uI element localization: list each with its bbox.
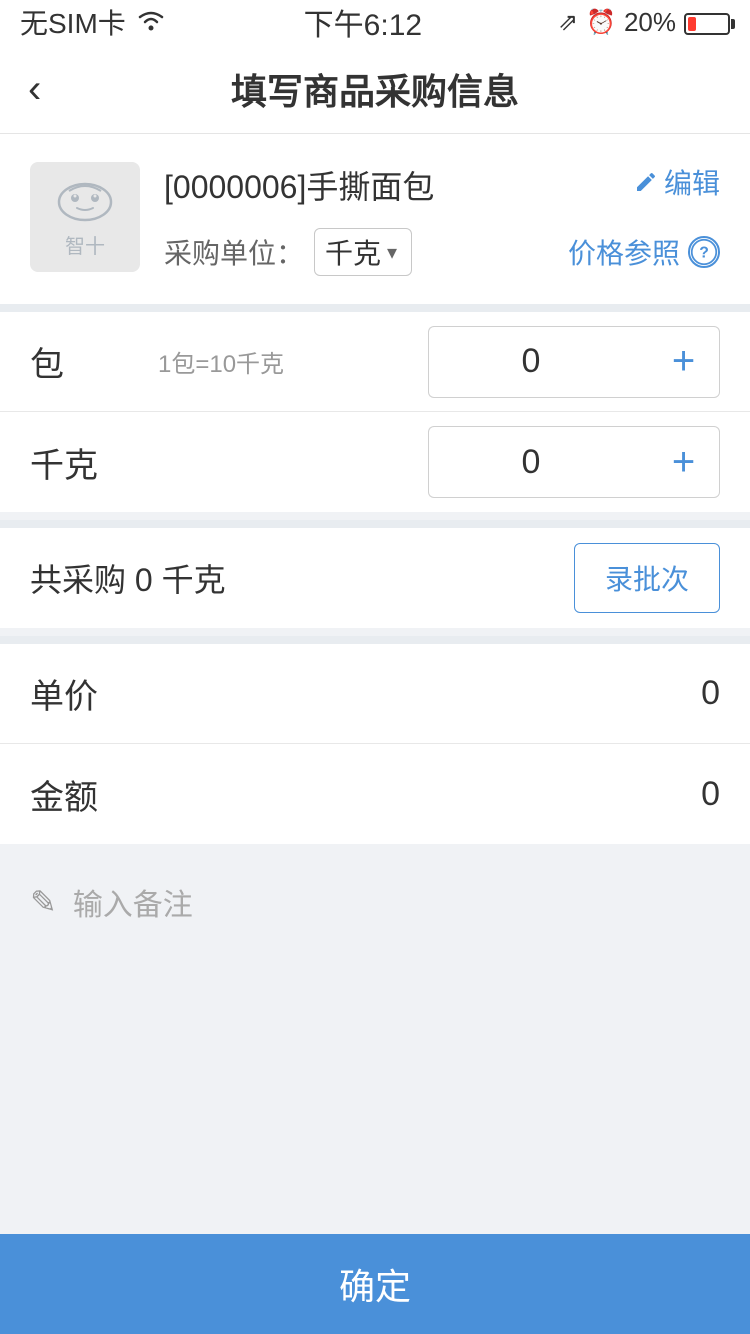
price-section: 单价 0 金额 0 <box>0 636 750 844</box>
kg-label: 千克 <box>30 438 150 487</box>
status-indicators: ⇗ ⏰ 20% <box>558 7 730 38</box>
status-bar: 无SIM卡 下午6:12 ⇗ ⏰ 20% <box>0 0 750 44</box>
bottom-spacer <box>0 952 750 1262</box>
back-button[interactable]: ‹ <box>28 69 41 109</box>
price-reference-button[interactable]: 价格参照 ? <box>568 232 720 272</box>
product-header: [0000006]手撕面包 编辑 <box>164 162 720 208</box>
product-meta: 采购单位： 千克 ▾ 价格参照 ? <box>164 228 720 276</box>
edit-label: 编辑 <box>664 162 720 202</box>
unit-price-value: 0 <box>701 674 720 713</box>
bao-sublabel: 1包=10千克 <box>158 344 284 379</box>
help-icon: ? <box>688 236 720 268</box>
quantity-section: 包 1包=10千克 + 千克 + <box>0 312 750 512</box>
pencil-icon: ✎ <box>30 883 57 921</box>
battery-percent: 20% <box>624 7 676 38</box>
kg-row: 千克 + <box>0 412 750 512</box>
product-image: 智十 <box>30 162 140 272</box>
amount-row: 金额 0 <box>0 744 750 844</box>
status-carrier-wifi: 无SIM卡 <box>20 2 168 42</box>
product-name: [0000006]手撕面包 <box>164 162 434 208</box>
remark-section[interactable]: ✎ 输入备注 <box>0 852 750 952</box>
bao-plus-button[interactable]: + <box>648 326 720 398</box>
location-icon: ⇗ <box>558 8 578 37</box>
amount-label: 金额 <box>30 770 98 819</box>
unit-price-row: 单价 0 <box>0 644 750 744</box>
kg-qty-wrapper: + <box>428 426 720 498</box>
summary-text: 共采购 0 千克 <box>30 555 226 601</box>
bao-label: 包 <box>30 337 150 386</box>
alarm-icon: ⏰ <box>586 8 616 37</box>
product-info: [0000006]手撕面包 编辑 采购单位： 千克 ▾ 价格参照 <box>164 162 720 276</box>
bao-qty-wrapper: + <box>428 326 720 398</box>
edit-button[interactable]: 编辑 <box>634 162 720 202</box>
remark-placeholder: 输入备注 <box>73 880 193 924</box>
unit-label: 采购单位： 千克 ▾ <box>164 228 412 276</box>
summary-section: 共采购 0 千克 录批次 <box>0 520 750 628</box>
carrier-label: 无SIM卡 <box>20 2 126 42</box>
bao-row: 包 1包=10千克 + <box>0 312 750 412</box>
summary-value: 0 <box>135 562 153 598</box>
amount-value: 0 <box>701 775 720 814</box>
owl-label: 智十 <box>65 230 105 259</box>
batch-button[interactable]: 录批次 <box>574 543 720 613</box>
unit-value: 千克 <box>325 232 381 272</box>
wifi-icon <box>134 6 168 38</box>
page-title: 填写商品采购信息 <box>231 63 519 115</box>
kg-plus-button[interactable]: + <box>648 426 720 498</box>
bao-quantity-input[interactable] <box>428 326 648 398</box>
product-card: 智十 [0000006]手撕面包 编辑 采购单位： 千克 ▾ 价格参照 <box>0 134 750 312</box>
unit-select[interactable]: 千克 ▾ <box>314 228 412 276</box>
price-ref-label: 价格参照 <box>568 232 680 272</box>
kg-quantity-input[interactable] <box>428 426 648 498</box>
battery-icon <box>684 7 730 38</box>
svg-text:?: ? <box>699 244 709 261</box>
status-time: 下午6:12 <box>304 0 422 44</box>
summary-row: 共采购 0 千克 录批次 <box>0 528 750 628</box>
confirm-button[interactable]: 确定 <box>0 1234 750 1334</box>
unit-price-label: 单价 <box>30 669 98 718</box>
nav-bar: ‹ 填写商品采购信息 <box>0 44 750 134</box>
chevron-down-icon: ▾ <box>387 240 397 265</box>
summary-unit: 千克 <box>162 562 226 598</box>
